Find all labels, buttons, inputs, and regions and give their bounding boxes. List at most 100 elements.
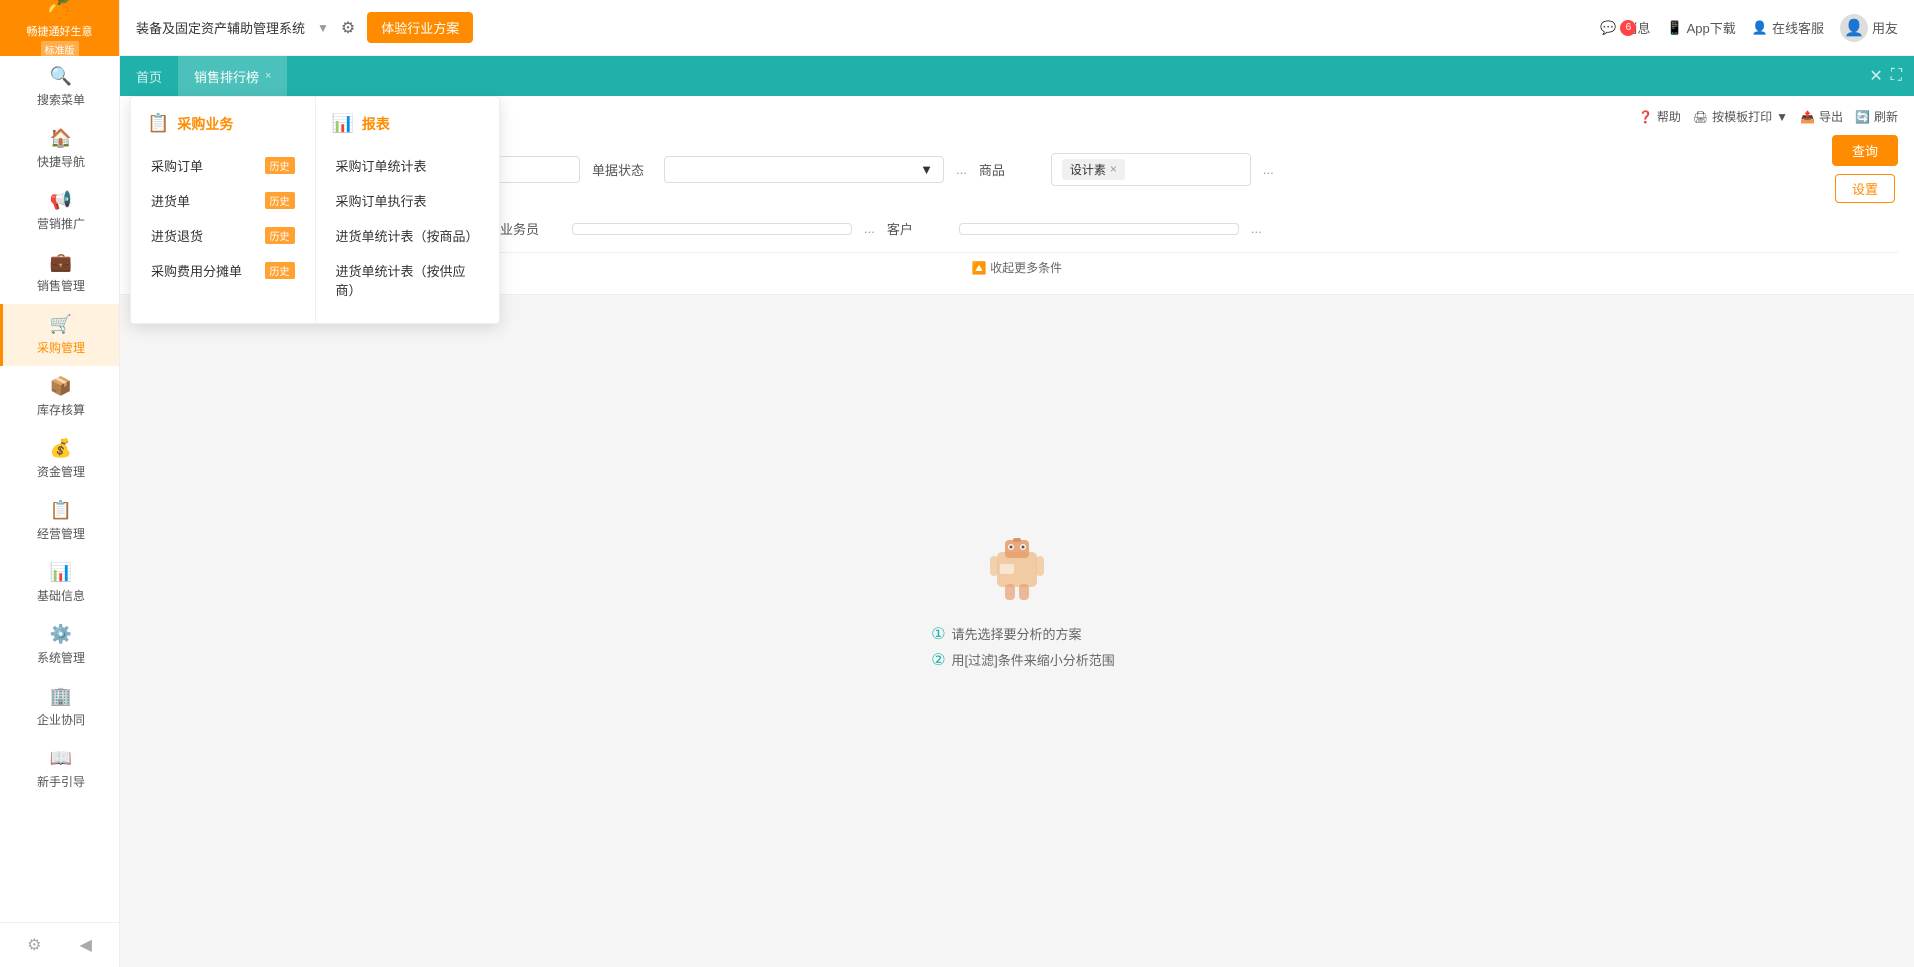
home-icon: 🏠	[50, 128, 72, 149]
briefcase-icon: 💼	[50, 252, 72, 273]
tab-sales-rank[interactable]: 销售排行榜 ×	[178, 56, 287, 96]
purchase-header-label: 采购业务	[177, 114, 233, 134]
set-button[interactable]: 设置	[1835, 174, 1895, 203]
collapse-sidebar-button[interactable]: ◀	[80, 935, 92, 955]
incoming-order-label: 进货单	[151, 191, 190, 210]
sidebar-item-marketing[interactable]: 📢 营销推广	[0, 180, 119, 242]
hint1-text: 请先选择要分析的方案	[952, 624, 1082, 643]
money-icon: 💰	[50, 438, 72, 459]
print-icon: 🖨	[1693, 110, 1708, 124]
sidebar-item-operation[interactable]: 📋 经营管理	[0, 490, 119, 552]
tab-sales-rank-label: 销售排行榜	[194, 67, 259, 86]
tabbar: 首页 销售排行榜 × ✕ ⛶	[120, 56, 1914, 96]
messages-btn[interactable]: 💬 6 消息	[1600, 18, 1650, 37]
salesperson-select[interactable]	[572, 223, 852, 235]
sidebar-item-label: 基础信息	[37, 587, 85, 604]
purchase-header-icon: 📋	[147, 113, 169, 134]
incoming-order-history: 历史	[265, 192, 295, 209]
online-service-btn[interactable]: 👤 在线客服	[1752, 18, 1824, 37]
sidebar-item-sales[interactable]: 💼 销售管理	[0, 242, 119, 304]
cart-icon: 🛒	[50, 314, 72, 335]
sidebar-item-label: 企业协同	[37, 711, 85, 728]
hint2-text: 用[过滤]条件来缩小分析范围	[952, 650, 1115, 669]
sidebar-item-enterprise[interactable]: 🏢 企业协同	[0, 676, 119, 738]
product-tag-close[interactable]: ×	[1110, 162, 1117, 176]
sidebar-item-label: 资金管理	[37, 463, 85, 480]
sidebar-item-inventory[interactable]: 📦 库存核算	[0, 366, 119, 428]
sidebar-item-purchase[interactable]: 🛒 采购管理	[0, 304, 119, 366]
print-btn[interactable]: 🖨 按模板打印 ▼	[1693, 108, 1788, 125]
help-btn[interactable]: ❓ 帮助	[1638, 108, 1681, 125]
purchase-order-stat-label: 采购订单统计表	[336, 156, 427, 175]
service-icon: 👤	[1752, 20, 1768, 36]
sidebar-item-label: 经营管理	[37, 525, 85, 542]
product-label: 商品	[979, 160, 1039, 179]
purchase-expense-label: 采购费用分摊单	[151, 261, 242, 280]
empty-text-group: ① 请先选择要分析的方案 ② 用[过滤]条件来缩小分析范围	[931, 624, 1115, 670]
reports-col-header: 📊 报表	[332, 113, 484, 134]
purchase-order-label: 采购订单	[151, 156, 203, 175]
customer-label: 客户	[887, 219, 947, 238]
sidebar-item-guide[interactable]: 📖 新手引导	[0, 738, 119, 800]
refresh-btn[interactable]: 🔄 刷新	[1855, 108, 1898, 125]
salesperson-dots[interactable]: ...	[864, 221, 875, 236]
product-tag-text: 设计素	[1070, 161, 1106, 178]
purchase-order-item[interactable]: 采购订单 历史	[147, 148, 299, 183]
sidebar-item-basic-info[interactable]: 📊 基础信息	[0, 552, 119, 614]
dropdown-col-purchase: 📋 采购业务 采购订单 历史 进货单 历史 进货退货 历史 采购费用分摊单 历史	[131, 97, 316, 323]
status-dropdown-icon: ▼	[920, 162, 933, 177]
return-goods-item[interactable]: 进货退货 历史	[147, 218, 299, 253]
query-button[interactable]: 查询	[1832, 135, 1898, 166]
sidebar-item-search[interactable]: 🔍 搜索菜单	[0, 56, 119, 118]
topbar: 装备及固定资产辅助管理系统 ▼ ⚙ 体验行业方案 💬 6 消息 📱 App下载 …	[120, 0, 1914, 56]
product-dots[interactable]: ...	[1263, 162, 1274, 177]
action-buttons: 查询 设置	[1832, 135, 1898, 203]
purchase-order-stat-item[interactable]: 采购订单统计表	[332, 148, 484, 183]
building-icon: 🏢	[50, 686, 72, 707]
chart-icon: 📊	[50, 562, 72, 583]
customer-dots[interactable]: ...	[1251, 221, 1262, 236]
sidebar-item-label: 销售管理	[37, 277, 85, 294]
sidebar-item-quick-nav[interactable]: 🏠 快捷导航	[0, 118, 119, 180]
topbar-gear-icon[interactable]: ⚙	[341, 18, 355, 38]
gear-icon: ⚙️	[50, 624, 72, 645]
collapse-label: 收起更多条件	[990, 261, 1062, 275]
print-dropdown-icon: ▼	[1776, 110, 1788, 124]
topbar-dropdown-icon[interactable]: ▼	[317, 21, 329, 35]
status-select[interactable]: ▼	[664, 156, 944, 183]
incoming-stat-product-item[interactable]: 进货单统计表（按商品）	[332, 218, 484, 253]
sidebar-item-capital[interactable]: 💰 资金管理	[0, 428, 119, 490]
user-btn[interactable]: 👤 用友	[1840, 14, 1898, 42]
purchase-expense-item[interactable]: 采购费用分摊单 历史	[147, 253, 299, 288]
return-goods-history: 历史	[265, 227, 295, 244]
export-icon: 📤	[1800, 110, 1815, 124]
app-download-btn[interactable]: 📱 App下载	[1666, 18, 1735, 37]
tab-home[interactable]: 首页	[120, 56, 178, 96]
clipboard-icon: 📋	[50, 500, 72, 521]
sidebar-logo: 🍊 畅捷通好生意 标准版	[0, 0, 119, 56]
logo-badge: 标准版	[41, 41, 79, 58]
purchase-order-history: 历史	[265, 157, 295, 174]
tab-expand-icon[interactable]: ⛶	[1891, 67, 1902, 85]
settings-button[interactable]: ⚙	[27, 935, 41, 955]
incoming-order-item[interactable]: 进货单 历史	[147, 183, 299, 218]
sidebar-item-system[interactable]: ⚙️ 系统管理	[0, 614, 119, 676]
customer-select[interactable]	[959, 223, 1239, 235]
refresh-icon: 🔄	[1855, 110, 1870, 124]
sidebar-bottom: ⚙ ◀	[0, 922, 119, 967]
refresh-label: 刷新	[1874, 108, 1898, 125]
purchase-expense-history: 历史	[265, 262, 295, 279]
status-dots[interactable]: ...	[956, 162, 967, 177]
book-icon: 📖	[50, 748, 72, 769]
purchase-order-exec-item[interactable]: 采购订单执行表	[332, 183, 484, 218]
tab-close-window-icon[interactable]: ✕	[1869, 66, 1882, 86]
help-icon: ❓	[1638, 110, 1653, 124]
tab-close-icon[interactable]: ×	[265, 70, 271, 82]
salesperson-label: 业务员	[500, 219, 560, 238]
incoming-stat-supplier-item[interactable]: 进货单统计表（按供应商）	[332, 253, 484, 307]
industry-btn[interactable]: 体验行业方案	[367, 12, 473, 43]
export-btn[interactable]: 📤 导出	[1800, 108, 1843, 125]
dropdown-col-reports: 📊 报表 采购订单统计表 采购订单执行表 进货单统计表（按商品） 进货单统计表（…	[316, 97, 500, 323]
purchase-order-exec-label: 采购订单执行表	[336, 191, 427, 210]
product-input[interactable]: 设计素 ×	[1051, 153, 1251, 186]
